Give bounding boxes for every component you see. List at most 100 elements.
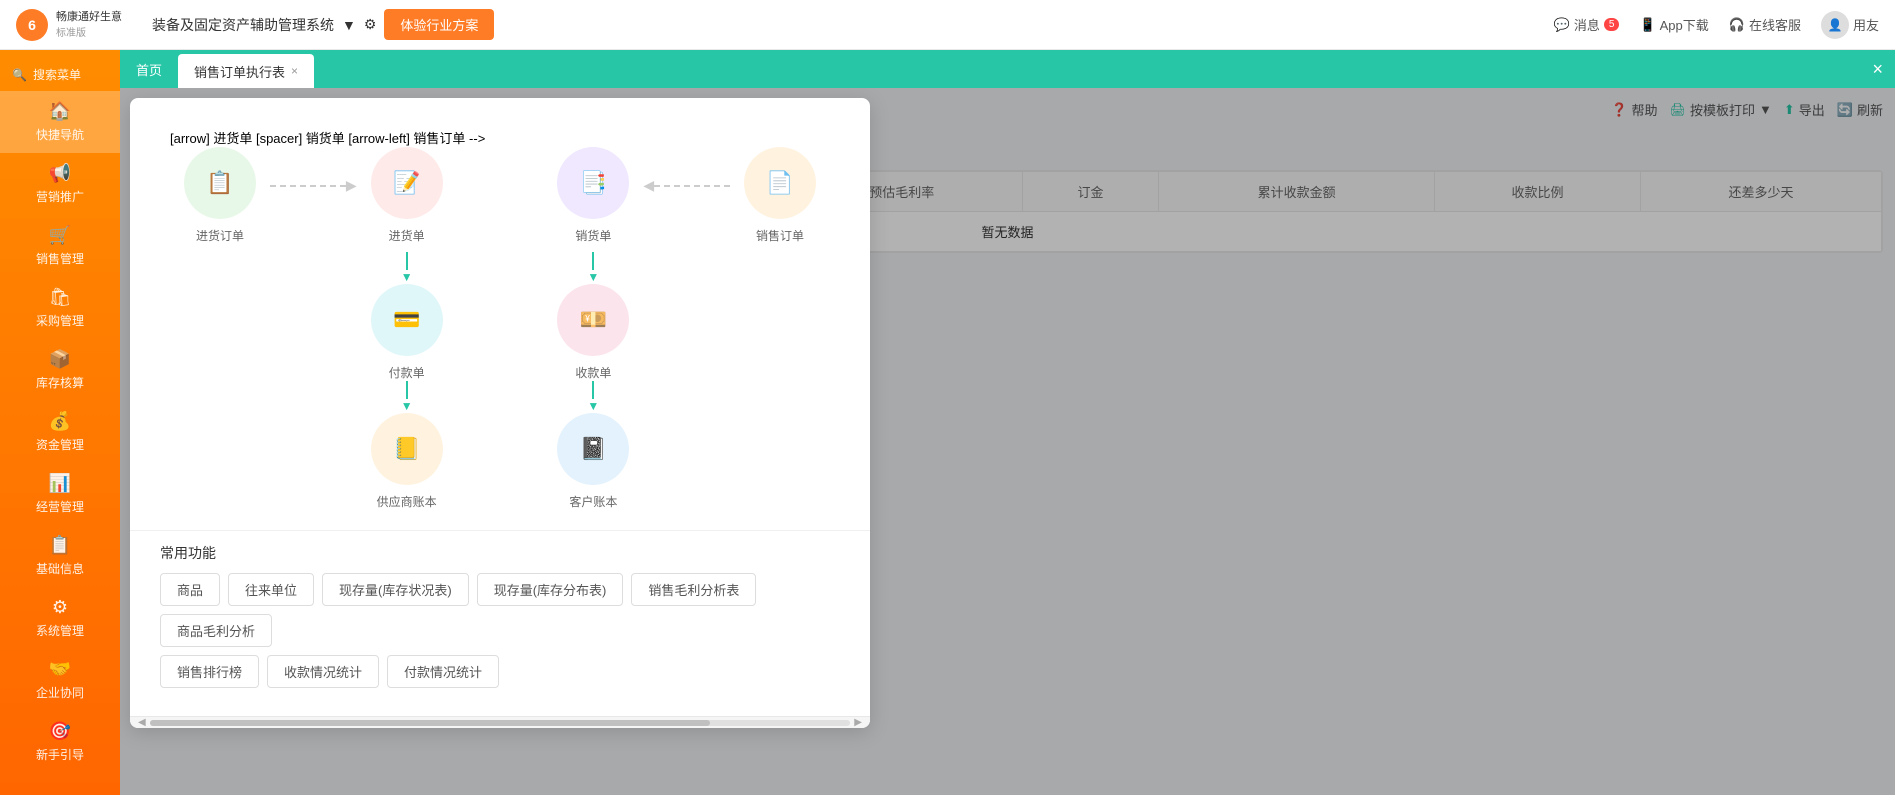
sidebar-item-collab[interactable]: 🤝 企业协同 [0,649,120,711]
dropdown-icon[interactable]: ▼ [342,17,356,33]
func-btn-payment-stat[interactable]: 付款情况统计 [387,655,499,688]
logo-sub: 标准版 [56,24,122,39]
flow-node-customer-ledger[interactable]: 📓 客户账本 [543,413,643,510]
logo-text: 畅康通好生意 [56,10,122,24]
func-btn-goods-profit[interactable]: 商品毛利分析 [160,614,272,647]
inventory-icon: 📦 [49,349,71,370]
sale-slip-icon: 📑 [557,147,629,219]
sidebar-item-label-purchase: 采购管理 [36,312,84,329]
sidebar-search[interactable]: 🔍 搜索菜单 [0,58,120,91]
tab-close-icon[interactable]: × [291,64,298,78]
logo-area: 6 畅康通好生意 标准版 [16,9,136,41]
online-service-label: 在线客服 [1749,15,1801,34]
tab-home[interactable]: 首页 [120,50,178,88]
receipt-label: 收款单 [575,364,611,381]
system-name: 装备及固定资产辅助管理系统 [152,15,334,35]
collab-icon: 🤝 [49,659,71,680]
marketing-icon: 📢 [49,163,71,184]
payment-icon: 💳 [371,284,443,356]
tab-sale-order-label: 销售订单执行表 [194,62,285,81]
scroll-left-arrow[interactable]: ◀ [134,717,150,728]
sale-order-icon: 📄 [744,147,816,219]
sidebar-item-label-guide: 新手引导 [36,746,84,763]
user-area[interactable]: 👤 用友 [1821,11,1879,39]
message-badge: 5 [1604,18,1620,31]
modal: [arrow] 进货单 [spacer] 销货单 [arrow-left] 销售… [130,98,870,728]
online-service-btn[interactable]: 🎧 在线客服 [1729,15,1801,34]
func-btn-receipt-stat[interactable]: 收款情况统计 [267,655,379,688]
page-content: ❓ 帮助 🖨 按模板打印 ▼ ⬆ 导出 🔄 刷新 [120,88,1895,795]
purchase-icon: 🛍 [49,287,72,308]
content-area: 首页 销售订单执行表 × × ❓ 帮助 🖨 按模板打印 ▼ [120,50,1895,795]
sidebar-item-label-system: 系统管理 [36,622,84,639]
func-btn-stock-dist[interactable]: 现存量(库存分布表) [477,573,624,606]
app-download-label: App下载 [1660,15,1709,34]
func-buttons-row1: 商品 往来单位 现存量(库存状况表) 现存量(库存分布表) 销售毛利分析表 商品… [160,573,840,647]
func-buttons-row2: 销售排行榜 收款情况统计 付款情况统计 [160,655,840,688]
sale-order-label: 销售订单 [756,227,804,244]
sidebar-item-system[interactable]: ⚙ 系统管理 [0,587,120,649]
main-layout: 🔍 搜索菜单 🏠 快捷导航 📢 营销推广 🛒 销售管理 🛍 采购管理 📦 库存核… [0,50,1895,795]
scroll-thumb [150,720,710,726]
tab-sale-order[interactable]: 销售订单执行表 × [178,54,314,88]
sidebar-item-guide[interactable]: 🎯 新手引导 [0,711,120,773]
sidebar-item-label-operations: 经营管理 [36,498,84,515]
sidebar-item-label-inventory: 库存核算 [36,374,84,391]
receipt-icon: 💴 [557,284,629,356]
customer-ledger-icon: 📓 [557,413,629,485]
common-title: 常用功能 [160,531,840,573]
sale-slip-label: 销货单 [575,227,611,244]
flow-node-receipt[interactable]: 💴 收款单 [543,284,643,381]
purchase-slip-icon: 📝 [371,147,443,219]
sidebar-item-sales[interactable]: 🛒 销售管理 [0,215,120,277]
modal-scrollbar[interactable]: ◀ ▶ [130,716,870,728]
customer-ledger-label: 客户账本 [569,493,617,510]
scroll-track[interactable] [150,720,851,726]
sidebar-item-home[interactable]: 🏠 快捷导航 [0,91,120,153]
flow-node-purchase-slip[interactable]: 📝 进货单 [357,147,457,244]
sidebar-item-label-sales: 销售管理 [36,250,84,267]
sidebar-item-operations[interactable]: 📊 经营管理 [0,463,120,525]
flow-node-payment[interactable]: 💳 付款单 [357,284,457,381]
sidebar-item-funds[interactable]: 💰 资金管理 [0,401,120,463]
app-download-btn[interactable]: 📱 App下载 [1639,15,1708,34]
top-header: 6 畅康通好生意 标准版 装备及固定资产辅助管理系统 ▼ ⚙ 体验行业方案 💬 … [0,0,1895,50]
search-label: 搜索菜单 [33,66,81,83]
experience-btn[interactable]: 体验行业方案 [384,9,494,40]
flow-node-sale-order[interactable]: 📄 销售订单 [730,147,830,244]
sidebar-item-inventory[interactable]: 📦 库存核算 [0,339,120,401]
user-name: 用友 [1853,15,1879,34]
gear-icon[interactable]: ⚙ [364,16,377,33]
headset-icon: 🎧 [1729,17,1745,33]
flow-node-purchase-order[interactable]: 📋 进货订单 [170,147,270,244]
tab-home-label: 首页 [136,60,162,79]
sidebar-item-label-home: 快捷导航 [36,126,84,143]
operations-icon: 📊 [49,473,71,494]
func-btn-sale-rank[interactable]: 销售排行榜 [160,655,259,688]
message-icon: 💬 [1554,17,1570,33]
home-icon: 🏠 [49,101,71,122]
close-all-btn[interactable]: × [1872,59,1883,80]
search-icon: 🔍 [12,68,27,82]
flow-section: [arrow] 进货单 [spacer] 销货单 [arrow-left] 销售… [130,98,870,530]
tab-bar-end: × [1872,50,1895,88]
system-title-area: 装备及固定资产辅助管理系统 ▼ ⚙ 体验行业方案 [152,9,1554,40]
sidebar-item-marketing[interactable]: 📢 营销推广 [0,153,120,215]
func-btn-partner[interactable]: 往来单位 [228,573,314,606]
avatar: 👤 [1821,11,1849,39]
purchase-slip-label: 进货单 [389,227,425,244]
sidebar-item-basic[interactable]: 📋 基础信息 [0,525,120,587]
supplier-ledger-label: 供应商账本 [377,493,437,510]
tab-bar: 首页 销售订单执行表 × × [120,50,1895,88]
func-btn-stock-status[interactable]: 现存量(库存状况表) [322,573,469,606]
scroll-right-arrow[interactable]: ▶ [850,717,866,728]
funds-icon: 💰 [49,411,71,432]
sidebar: 🔍 搜索菜单 🏠 快捷导航 📢 营销推广 🛒 销售管理 🛍 采购管理 📦 库存核… [0,50,120,795]
phone-icon: 📱 [1639,17,1655,33]
message-btn[interactable]: 💬 消息 5 [1554,15,1620,34]
func-btn-sale-profit[interactable]: 销售毛利分析表 [631,573,756,606]
flow-node-sale-slip[interactable]: 📑 销货单 [543,147,643,244]
flow-node-supplier-ledger[interactable]: 📒 供应商账本 [357,413,457,510]
func-btn-goods[interactable]: 商品 [160,573,220,606]
sidebar-item-purchase[interactable]: 🛍 采购管理 [0,277,120,339]
